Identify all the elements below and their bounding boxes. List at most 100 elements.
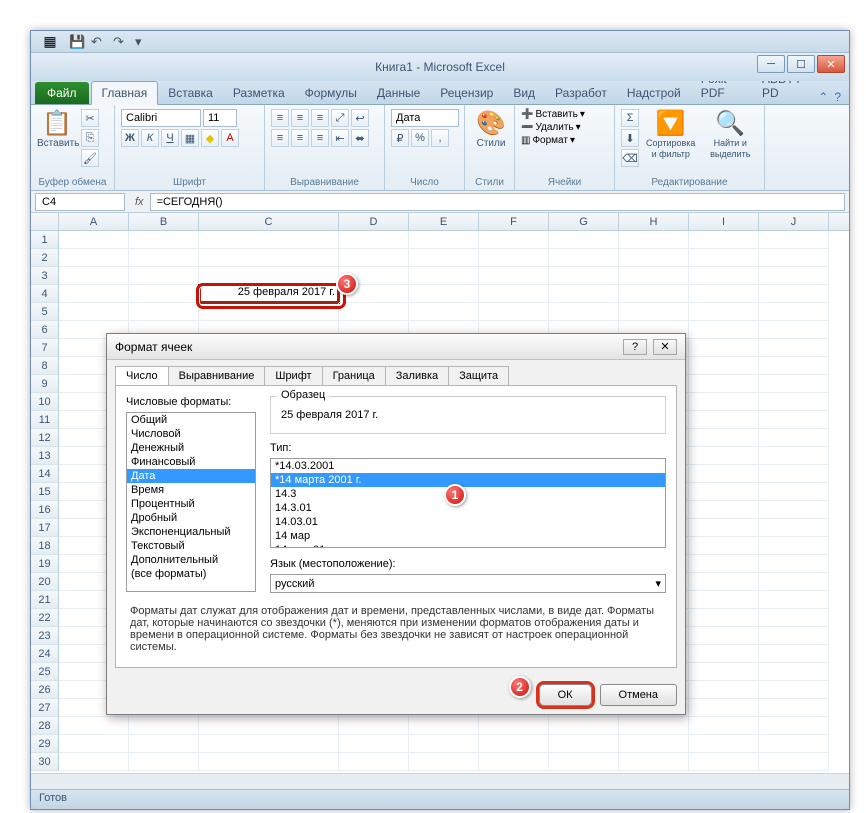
cell[interactable] [619, 753, 689, 771]
row-header[interactable]: 1 [31, 231, 59, 249]
autosum-icon[interactable]: Σ [621, 109, 639, 127]
type-item[interactable]: *14.03.2001 [271, 459, 665, 473]
cell[interactable] [759, 573, 829, 591]
row-header[interactable]: 25 [31, 663, 59, 681]
cell[interactable] [199, 249, 339, 267]
row-header[interactable]: 19 [31, 555, 59, 573]
cell[interactable] [479, 285, 549, 303]
dialog-tab-align[interactable]: Выравнивание [168, 366, 266, 385]
category-item[interactable]: Дополнительный [127, 553, 255, 567]
cell[interactable] [759, 717, 829, 735]
tab-addins[interactable]: Надстрой [617, 82, 691, 104]
border-icon[interactable]: ▦ [181, 129, 199, 147]
indent-dec-icon[interactable]: ⇤ [331, 129, 349, 147]
tab-formulas[interactable]: Формулы [295, 82, 367, 104]
cell[interactable] [129, 303, 199, 321]
cell[interactable] [339, 735, 409, 753]
row-header[interactable]: 10 [31, 393, 59, 411]
cell[interactable] [689, 699, 759, 717]
cell[interactable] [759, 447, 829, 465]
row-header[interactable]: 17 [31, 519, 59, 537]
cell[interactable] [409, 249, 479, 267]
row-header[interactable]: 27 [31, 699, 59, 717]
horizontal-scrollbar[interactable] [31, 773, 849, 789]
tab-view[interactable]: Вид [503, 82, 545, 104]
number-format-combo[interactable] [391, 109, 459, 127]
cell[interactable] [689, 267, 759, 285]
cell[interactable] [689, 753, 759, 771]
row-header[interactable]: 26 [31, 681, 59, 699]
dialog-help-button[interactable]: ? [623, 339, 647, 355]
cell[interactable] [339, 303, 409, 321]
find-select-button[interactable]: 🔍Найти и выделить [703, 109, 759, 160]
cell[interactable] [129, 285, 199, 303]
dialog-tab-protect[interactable]: Защита [448, 366, 509, 385]
col-header[interactable]: F [479, 213, 549, 230]
col-header[interactable]: I [689, 213, 759, 230]
cell[interactable] [129, 231, 199, 249]
cell[interactable] [759, 537, 829, 555]
cell[interactable] [339, 231, 409, 249]
row-header[interactable]: 7 [31, 339, 59, 357]
currency-icon[interactable]: ₽ [391, 129, 409, 147]
row-header[interactable]: 11 [31, 411, 59, 429]
cell[interactable] [689, 249, 759, 267]
cell[interactable] [129, 735, 199, 753]
italic-icon[interactable]: К [141, 129, 159, 147]
cell[interactable] [759, 735, 829, 753]
font-name-combo[interactable] [121, 109, 201, 127]
dialog-titlebar[interactable]: Формат ячеек ? ✕ [107, 334, 685, 360]
cell[interactable] [549, 231, 619, 249]
dialog-tab-fill[interactable]: Заливка [385, 366, 449, 385]
cell[interactable] [759, 465, 829, 483]
row-header[interactable]: 22 [31, 609, 59, 627]
cell[interactable] [759, 375, 829, 393]
row-header[interactable]: 12 [31, 429, 59, 447]
cell[interactable] [479, 303, 549, 321]
cell[interactable] [479, 231, 549, 249]
file-tab[interactable]: Файл [35, 82, 89, 104]
cell[interactable] [689, 717, 759, 735]
cell[interactable] [199, 267, 339, 285]
dialog-tab-number[interactable]: Число [115, 366, 169, 385]
cell[interactable] [689, 447, 759, 465]
row-header[interactable]: 16 [31, 501, 59, 519]
cell[interactable] [759, 411, 829, 429]
cell[interactable] [759, 393, 829, 411]
underline-icon[interactable]: Ч [161, 129, 179, 147]
category-item[interactable]: Числовой [127, 427, 255, 441]
align-top-icon[interactable]: ≡ [271, 109, 289, 127]
row-header[interactable]: 3 [31, 267, 59, 285]
cell[interactable] [689, 645, 759, 663]
type-listbox[interactable]: *14.03.2001*14 марта 2001 г.14.314.3.011… [270, 458, 666, 548]
cell[interactable] [199, 735, 339, 753]
cell[interactable] [479, 735, 549, 753]
category-item[interactable]: Денежный [127, 441, 255, 455]
cell[interactable] [409, 231, 479, 249]
minimize-ribbon-icon[interactable]: ⌃ [818, 90, 828, 104]
align-right-icon[interactable]: ≡ [311, 129, 329, 147]
cell[interactable] [619, 735, 689, 753]
row-header[interactable]: 18 [31, 537, 59, 555]
cell[interactable] [759, 303, 829, 321]
merge-icon[interactable]: ⬌ [351, 129, 369, 147]
row-header[interactable]: 28 [31, 717, 59, 735]
styles-button[interactable]: 🎨Стили [471, 109, 511, 149]
cell[interactable] [759, 267, 829, 285]
row-header[interactable]: 14 [31, 465, 59, 483]
cell[interactable] [759, 285, 829, 303]
cell[interactable] [59, 285, 129, 303]
tab-developer[interactable]: Разработ [545, 82, 617, 104]
cell[interactable] [759, 357, 829, 375]
cell[interactable] [759, 321, 829, 339]
select-all-corner[interactable] [31, 213, 59, 230]
cell[interactable] [759, 681, 829, 699]
cell[interactable] [689, 285, 759, 303]
type-item[interactable]: 14.3.01 [271, 501, 665, 515]
cell[interactable] [759, 429, 829, 447]
cell[interactable] [339, 249, 409, 267]
formula-input[interactable] [150, 193, 845, 211]
cell[interactable] [759, 249, 829, 267]
cell[interactable] [129, 717, 199, 735]
cell[interactable] [619, 285, 689, 303]
